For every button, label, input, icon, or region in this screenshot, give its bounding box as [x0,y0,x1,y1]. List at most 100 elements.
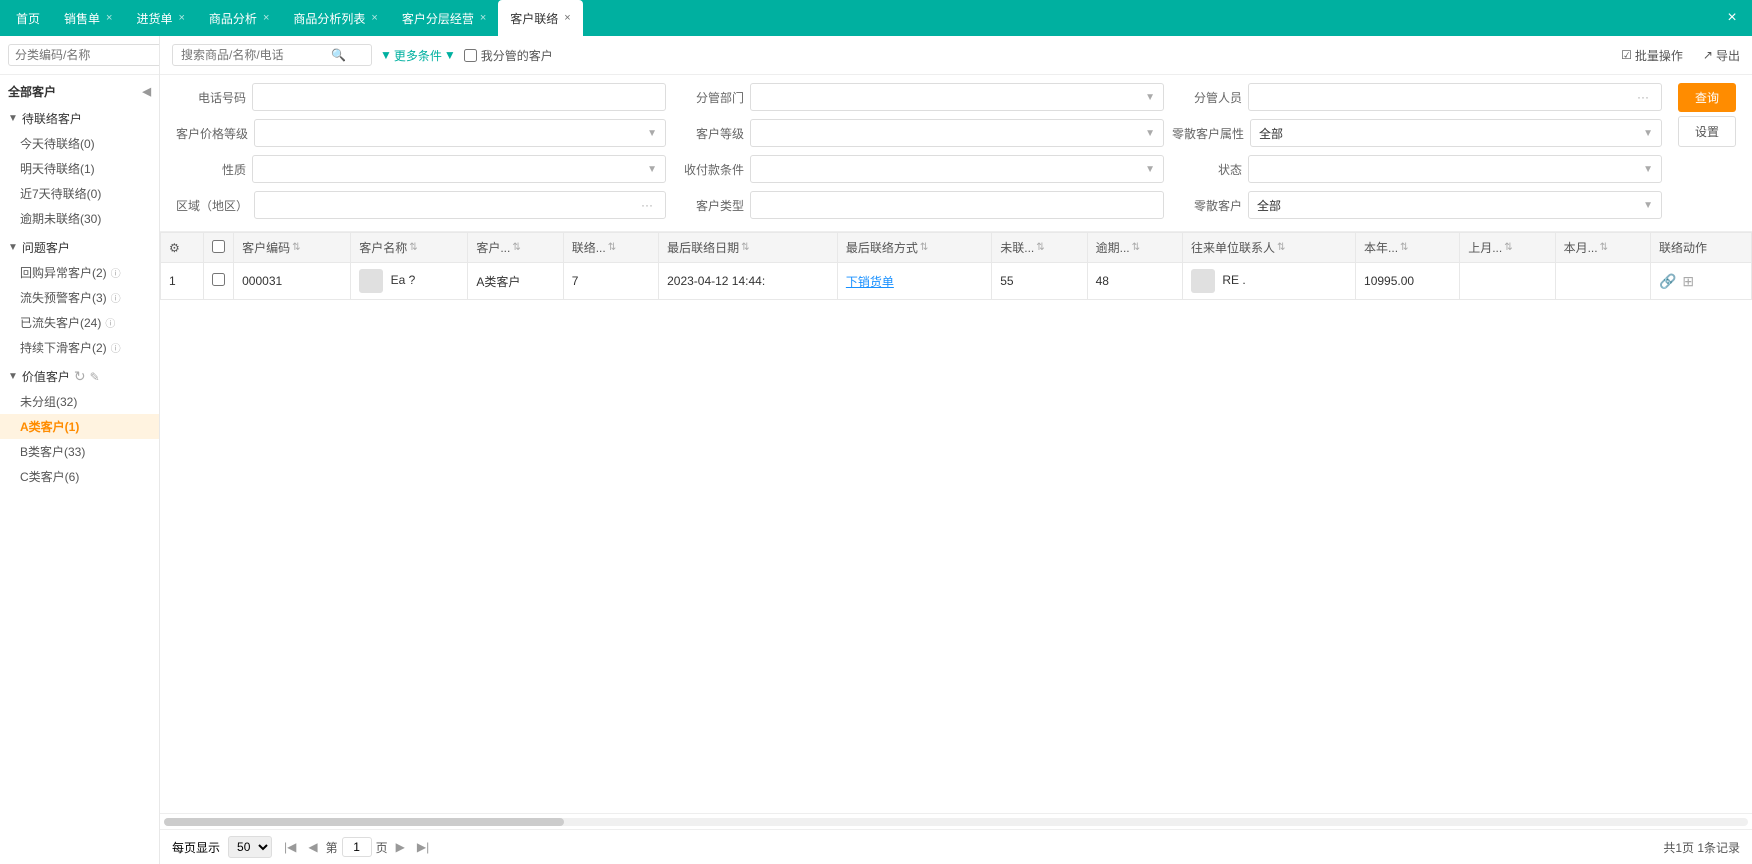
phone-input[interactable] [252,83,666,111]
retail-attr-value: 全部 [1259,125,1283,142]
grid-action-icon[interactable]: ⊞ [1682,273,1694,290]
retail-customer-select[interactable]: 全部 ▼ [1248,191,1662,219]
sidebar-item-churned[interactable]: 已流失客户(24) ⓘ [0,310,159,335]
setting-button[interactable]: 设置 [1678,116,1736,147]
customer-type-input[interactable] [750,191,1164,219]
scrollbar-thumb[interactable] [164,818,564,826]
sort-last-contact-method-icon[interactable]: ⇅ [920,242,928,253]
phone-field: 电话号码 [176,83,666,111]
select-all-checkbox[interactable] [212,240,225,253]
sort-name-icon[interactable]: ⇅ [409,242,417,253]
sidebar-item-class-a[interactable]: A类客户(1) [0,414,159,439]
pending-contact-title[interactable]: ▼ 待联络客户 [0,106,159,131]
scrollbar-track[interactable] [164,818,1748,826]
edit-icon[interactable]: ✎ [90,370,100,384]
value-customers-title[interactable]: ▼ 价值客户 ↻ ✎ [0,364,159,389]
filter-row-3: 性质 ▼ 收付款条件 ▼ [176,155,1662,183]
page-last-btn[interactable]: ▶| [413,840,433,854]
nav-purchase[interactable]: 进货单 × [124,0,196,36]
manager-dots-icon[interactable]: ··· [1633,90,1653,104]
customer-table: ⚙ 客户编码 ⇅ 客户名称 [160,232,1752,300]
close-product-list-tab[interactable]: × [371,12,377,24]
sort-overdue-icon[interactable]: ⇅ [1132,242,1140,253]
nav-customer-tier[interactable]: 客户分层经营 × [390,0,498,36]
nature-select[interactable]: ▼ [252,155,666,183]
close-customer-contact-tab[interactable]: × [564,12,570,24]
sidebar-item-churn-warning[interactable]: 流失预警客户(3) ⓘ [0,285,159,310]
table-header-row: ⚙ 客户编码 ⇅ 客户名称 [161,233,1752,263]
price-level-select[interactable]: ▼ [254,119,666,147]
filter-search-input[interactable] [181,48,331,62]
price-level-field: 客户价格等级 ▼ [176,119,666,147]
payment-select[interactable]: ▼ [750,155,1164,183]
export-btn[interactable]: ↗ 导出 [1703,47,1740,64]
sidebar-item-declining[interactable]: 持续下滑客户(2) ⓘ [0,335,159,360]
problem-customers-title[interactable]: ▼ 问题客户 [0,235,159,260]
row-checkbox[interactable] [212,273,225,286]
sidebar-item-tomorrow[interactable]: 明天待联络(1) [0,156,159,181]
price-level-label: 客户价格等级 [176,125,248,142]
query-button[interactable]: 查询 [1678,83,1736,112]
my-customers-checkbox[interactable] [464,49,477,62]
close-product-analysis-tab[interactable]: × [263,12,269,24]
sidebar-item-overdue[interactable]: 逾期未联络(30) [0,206,159,231]
retail-attr-select[interactable]: 全部 ▼ [1250,119,1662,147]
top-nav: 首页 销售单 × 进货单 × 商品分析 × 商品分析列表 × 客户分层经营 × … [0,0,1752,36]
sort-last-contact-date-icon[interactable]: ⇅ [741,242,749,253]
batch-op-btn[interactable]: ☑ 批量操作 [1621,47,1683,64]
manager-input[interactable]: ··· [1248,83,1662,111]
nav-product-analysis-list[interactable]: 商品分析列表 × [281,0,389,36]
sidebar-item-7days[interactable]: 近7天待联络(0) [0,181,159,206]
info-icon-churn-warning: ⓘ [111,290,121,305]
region-input[interactable]: ··· [254,191,666,219]
contact-action-icon[interactable]: 🔗 [1659,273,1676,290]
sidebar-item-unclassified[interactable]: 未分组(32) [0,389,159,414]
sort-this-year-icon[interactable]: ⇅ [1400,242,1408,253]
filter-icon: ▼ [380,48,392,62]
page-number-input[interactable] [342,837,372,857]
page-prev-btn[interactable]: ◀ [304,840,321,854]
status-select[interactable]: ▼ [1248,155,1662,183]
sort-contact-count-icon[interactable]: ⇅ [608,242,616,253]
more-filters-btn[interactable]: ▼ 更多条件 ▼ [380,47,456,64]
last-contact-method-link[interactable]: 下销货单 [846,275,894,289]
sort-customer-type-icon[interactable]: ⇅ [512,242,520,253]
customer-level-select[interactable]: ▼ [750,119,1164,147]
cell-checkbox[interactable] [204,263,234,300]
region-dots-icon[interactable]: ··· [637,198,657,212]
horizontal-scrollbar[interactable] [160,813,1752,829]
nav-customer-contact[interactable]: 客户联络 × [498,0,582,36]
close-sales-tab[interactable]: × [106,12,112,24]
sort-code-icon[interactable]: ⇅ [292,242,300,253]
sidebar-item-class-b[interactable]: B类客户(33) [0,439,159,464]
filter-search-icon[interactable]: 🔍 [331,48,346,62]
dept-select[interactable]: ▼ [750,83,1164,111]
close-all-button[interactable]: × [1720,6,1744,30]
close-purchase-tab[interactable]: × [178,12,184,24]
page-first-btn[interactable]: |◀ [280,840,300,854]
close-customer-tier-tab[interactable]: × [480,12,486,24]
page-size-select[interactable]: 50 [228,836,272,858]
th-settings[interactable]: ⚙ [161,233,204,263]
nav-home[interactable]: 首页 [8,0,52,36]
sidebar-item-class-c[interactable]: C类客户(6) [0,464,159,489]
refresh-icon[interactable]: ↻ [74,368,86,385]
nav-product-analysis[interactable]: 商品分析 × [197,0,281,36]
th-this-year-label: 本年... [1364,239,1398,256]
sidebar-item-today[interactable]: 今天待联络(0) [0,131,159,156]
nav-sales[interactable]: 销售单 × [52,0,124,36]
sort-this-month-icon[interactable]: ⇅ [1600,242,1608,253]
sort-last-month-icon[interactable]: ⇅ [1504,242,1512,253]
sidebar-search-input[interactable] [8,44,160,66]
sidebar-collapse-icon[interactable]: ◀ [143,85,151,98]
retail-customer-field: 零散客户 全部 ▼ [1172,191,1662,219]
nature-field: 性质 ▼ [176,155,666,183]
page-size-label: 每页显示 [172,839,220,856]
filter-bar: 🔍 ▼ 更多条件 ▼ 我分管的客户 ☑ 批量操作 ↗ 导出 [160,36,1752,75]
th-checkbox[interactable] [204,233,234,263]
sort-uncontacted-icon[interactable]: ⇅ [1036,242,1044,253]
sort-contacts-icon[interactable]: ⇅ [1277,242,1285,253]
sidebar-item-abnormal[interactable]: 回购异常客户(2) ⓘ [0,260,159,285]
th-actions: 联络动作 [1650,233,1751,263]
page-next-btn[interactable]: ▶ [392,840,409,854]
